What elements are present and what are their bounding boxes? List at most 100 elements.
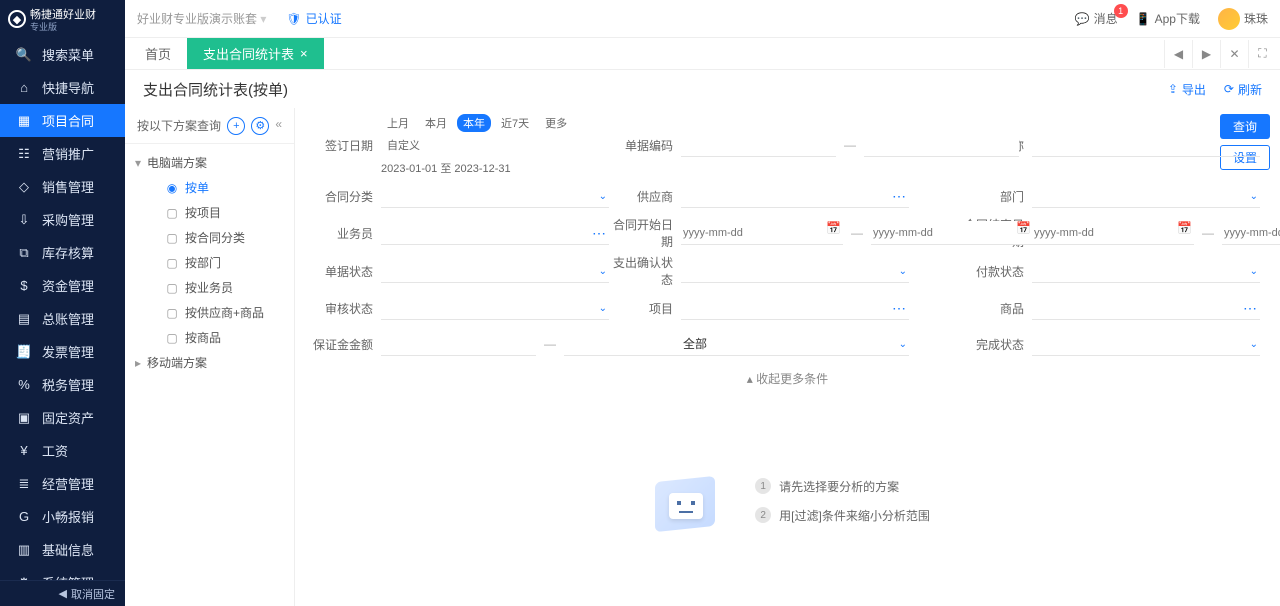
salary-icon: ¥ [16, 443, 32, 459]
label-sign-date: 签订日期 [309, 137, 381, 154]
messages-badge: 1 [1114, 4, 1128, 18]
messages-button[interactable]: 💬消息1 [1075, 10, 1118, 27]
doc-no-to[interactable] [864, 133, 1019, 157]
audit-status-select[interactable] [381, 296, 609, 320]
inventory-icon: ⧉ [16, 245, 32, 261]
doc-icon: ▢ [165, 206, 179, 220]
marketing-icon: ☷ [16, 146, 32, 162]
nav-expense[interactable]: G小畅报销 [0, 500, 125, 533]
end-date-to[interactable] [1222, 221, 1280, 245]
nav-sales[interactable]: ◇销售管理 [0, 170, 125, 203]
pay-status-select[interactable] [1032, 259, 1260, 283]
scheme-item-by-project[interactable]: ▢按项目 [125, 200, 294, 225]
refresh-icon: ⟳ [1224, 82, 1234, 96]
collapse-panel-button[interactable]: « [275, 117, 282, 135]
chat-icon: 💬 [1075, 12, 1090, 26]
start-date-to[interactable] [871, 221, 1033, 245]
nav-fund[interactable]: $资金管理 [0, 269, 125, 302]
more-icon[interactable]: ⋯ [1243, 300, 1258, 317]
nav-asset[interactable]: ▣固定资产 [0, 401, 125, 434]
nav-quick[interactable]: ⌂快捷导航 [0, 71, 125, 104]
chip-more[interactable]: 更多 [539, 114, 573, 132]
deposit-from[interactable] [381, 332, 536, 356]
chip-7days[interactable]: 近7天 [495, 114, 535, 132]
nav-purchase[interactable]: ⇩采购管理 [0, 203, 125, 236]
scheme-settings-button[interactable]: ⚙ [251, 117, 269, 135]
scheme-item-by-doc[interactable]: ◉按单 [125, 175, 294, 200]
more-icon[interactable]: ⋯ [892, 300, 907, 317]
calendar-icon[interactable]: 📅 [1016, 221, 1031, 235]
nav-system[interactable]: ⚙系统管理 [0, 566, 125, 580]
tab-bar: 首页 支出合同统计表× ◀ ▶ ✕ ⛶ [125, 38, 1280, 70]
supplier-picker[interactable] [681, 184, 909, 208]
tab-home[interactable]: 首页 [129, 38, 187, 69]
shield-icon: 🛡 [286, 12, 301, 26]
nav-search-menu[interactable]: 🔍搜索菜单 [0, 38, 125, 71]
contract-name-input[interactable] [1032, 133, 1260, 157]
calendar-icon[interactable]: 📅 [826, 221, 841, 235]
account-select[interactable]: 好业财专业版演示账套 ▾ [137, 10, 266, 27]
caret-right-icon: ▸ [135, 356, 141, 370]
more-icon[interactable]: ⋯ [592, 225, 607, 242]
collapse-filters-button[interactable]: ▴ 收起更多条件 [295, 364, 1280, 395]
user-menu[interactable]: 珠珠 [1218, 8, 1268, 30]
calendar-icon[interactable]: 📅 [1177, 221, 1192, 235]
export-button[interactable]: ⇪导出 [1168, 81, 1206, 98]
chip-this-year[interactable]: 本年 [457, 114, 491, 132]
close-icon[interactable]: × [300, 46, 308, 61]
scheme-item-by-product[interactable]: ▢按商品 [125, 325, 294, 350]
chip-last-month[interactable]: 上月 [381, 114, 415, 132]
salesman-picker[interactable] [381, 221, 609, 245]
nav-ledger[interactable]: ▤总账管理 [0, 302, 125, 335]
nav-basic[interactable]: ▥基础信息 [0, 533, 125, 566]
scheme-group-desktop[interactable]: ▾电脑端方案 [125, 150, 294, 175]
nav-salary[interactable]: ¥工资 [0, 434, 125, 467]
end-date-from[interactable] [1032, 221, 1194, 245]
label-finish-status: 完成状态 [960, 336, 1032, 353]
app-download-button[interactable]: 📱App下载 [1136, 10, 1200, 27]
nav-ops[interactable]: ≣经营管理 [0, 467, 125, 500]
scheme-item-by-supplier[interactable]: ▢按供应商+商品 [125, 300, 294, 325]
sidebar: ◆ 畅捷通好业财 专业版 🔍搜索菜单 ⌂快捷导航 ▦项目合同 ☷营销推广 ◇销售… [0, 0, 125, 606]
nav-project-contract[interactable]: ▦项目合同 [0, 104, 125, 137]
step-1-text: 请先选择要分析的方案 [779, 478, 899, 495]
scheme-item-by-dept[interactable]: ▢按部门 [125, 250, 294, 275]
scheme-item-by-category[interactable]: ▢按合同分类 [125, 225, 294, 250]
enable-deposit-select[interactable] [681, 332, 909, 356]
scheme-group-mobile[interactable]: ▸移动端方案 [125, 350, 294, 375]
more-icon[interactable]: ⋯ [892, 188, 907, 205]
fullscreen-button[interactable]: ⛶ [1248, 40, 1276, 68]
nav-tax[interactable]: %税务管理 [0, 368, 125, 401]
tabs-close-button[interactable]: ✕ [1220, 40, 1248, 68]
verified-badge: 🛡已认证 [286, 10, 341, 27]
chip-this-month[interactable]: 本月 [419, 114, 453, 132]
tabs-prev-button[interactable]: ◀ [1164, 40, 1192, 68]
project-picker[interactable] [681, 296, 909, 320]
dept-select[interactable] [1032, 184, 1260, 208]
scheme-item-by-salesman[interactable]: ▢按业务员 [125, 275, 294, 300]
nav-inventory[interactable]: ⧉库存核算 [0, 236, 125, 269]
expense-icon: G [16, 509, 32, 525]
invoice-icon: 🧾 [16, 344, 32, 360]
step-1-badge: 1 [755, 478, 771, 494]
tabs-next-button[interactable]: ▶ [1192, 40, 1220, 68]
label-doc-status: 单据状态 [309, 263, 381, 280]
doc-no-from[interactable] [681, 133, 836, 157]
nav-invoice[interactable]: 🧾发票管理 [0, 335, 125, 368]
step-2-badge: 2 [755, 507, 771, 523]
sidebar-nav: 🔍搜索菜单 ⌂快捷导航 ▦项目合同 ☷营销推广 ◇销售管理 ⇩采购管理 ⧉库存核… [0, 38, 125, 580]
chip-custom[interactable]: 自定义 [381, 136, 426, 154]
pin-toggle[interactable]: ◀取消固定 [0, 580, 125, 606]
finish-status-select[interactable] [1032, 332, 1260, 356]
tab-report[interactable]: 支出合同统计表× [187, 38, 324, 69]
confirm-status-select[interactable] [681, 259, 909, 283]
label-contract-cat: 合同分类 [309, 188, 381, 205]
refresh-button[interactable]: ⟳刷新 [1224, 81, 1262, 98]
start-date-from[interactable] [681, 221, 843, 245]
nav-marketing[interactable]: ☷营销推广 [0, 137, 125, 170]
product-picker[interactable] [1032, 296, 1260, 320]
contract-cat-select[interactable] [381, 184, 609, 208]
add-scheme-button[interactable]: + [227, 117, 245, 135]
doc-status-select[interactable] [381, 259, 609, 283]
home-icon: ⌂ [16, 80, 32, 96]
